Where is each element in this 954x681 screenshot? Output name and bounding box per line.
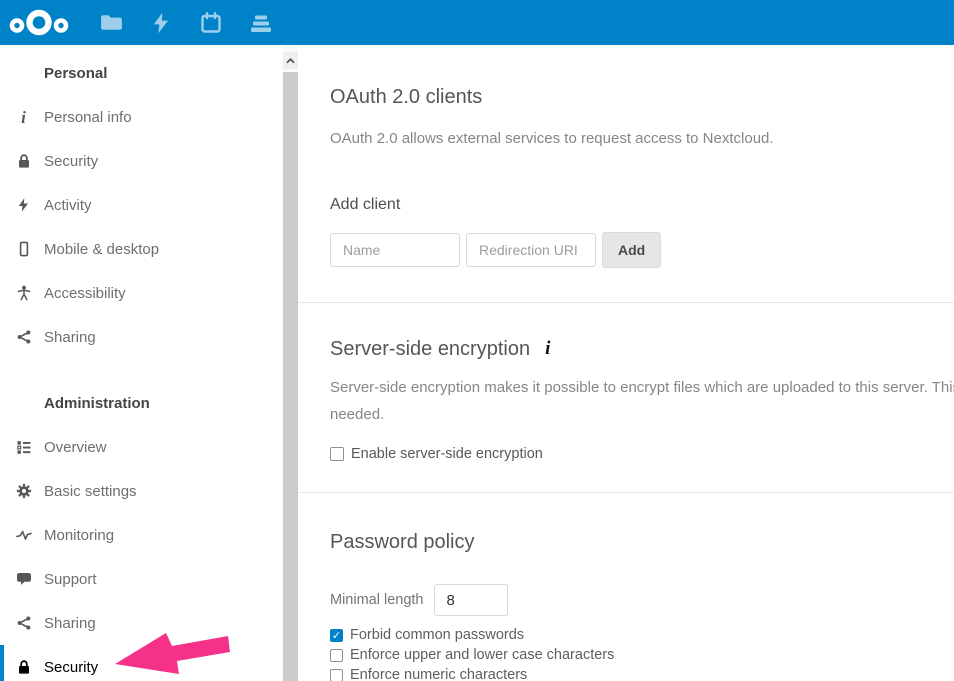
oauth-title: OAuth 2.0 clients — [330, 83, 954, 111]
chevron-up-icon[interactable] — [283, 52, 298, 69]
info-icon[interactable]: i — [545, 338, 550, 360]
minimal-length-input[interactable] — [434, 584, 508, 616]
enable-encryption-checkbox[interactable] — [330, 447, 344, 461]
sidebar-caption-personal: Personal — [0, 51, 283, 95]
sidebar-item-sharing-personal[interactable]: Sharing — [0, 315, 283, 359]
settings-sidebar: Personal i Personal info Security — [0, 45, 283, 681]
nextcloud-logo[interactable] — [0, 0, 78, 45]
sidebar-scrollbar[interactable] — [283, 45, 298, 681]
policy-row-upper-lower: Enforce upper and lower case characters — [330, 645, 954, 665]
files-folder-icon[interactable] — [86, 0, 136, 45]
redirection-uri-input[interactable] — [466, 233, 596, 267]
minimal-length-row: Minimal length — [330, 584, 954, 616]
chat-icon — [15, 571, 32, 588]
enable-encryption-label: Enable server-side encryption — [351, 446, 543, 462]
password-policy-checkbox-list: Forbid common passwords Enforce upper an… — [330, 625, 954, 681]
phone-icon — [15, 241, 32, 258]
sidebar-item-monitoring[interactable]: Monitoring — [0, 513, 283, 557]
enforce-upper-lower-checkbox[interactable] — [330, 649, 343, 662]
sidebar-item-mobile-desktop[interactable]: Mobile & desktop — [0, 227, 283, 271]
forbid-common-passwords-checkbox[interactable] — [330, 629, 343, 642]
oauth-section: OAuth 2.0 clients OAuth 2.0 allows exter… — [298, 45, 954, 303]
sidebar-item-accessibility[interactable]: Accessibility — [0, 271, 283, 315]
scrollbar-thumb[interactable] — [283, 72, 298, 681]
sidebar-item-overview[interactable]: Overview — [0, 425, 283, 469]
calendar-icon[interactable] — [186, 0, 236, 45]
accessibility-icon — [15, 285, 32, 302]
info-icon: i — [15, 109, 32, 126]
enforce-numeric-checkbox[interactable] — [330, 669, 343, 681]
policy-row-forbid-common: Forbid common passwords — [330, 625, 954, 645]
encryption-description-line1: Server-side encryption makes it possible… — [330, 374, 954, 401]
password-policy-section: Password policy Minimal length Forbid co… — [298, 493, 954, 681]
share-icon — [15, 329, 32, 346]
settings-content: OAuth 2.0 clients OAuth 2.0 allows exter… — [298, 45, 954, 681]
oauth-description: OAuth 2.0 allows external services to re… — [330, 125, 954, 152]
minimal-length-label: Minimal length — [330, 592, 424, 608]
sidebar-item-activity[interactable]: Activity — [0, 183, 283, 227]
encryption-description-line2: needed. — [330, 401, 954, 428]
sidebar-item-security-personal[interactable]: Security — [0, 139, 283, 183]
sidebar-item-basic-settings[interactable]: Basic settings — [0, 469, 283, 513]
top-navbar — [0, 0, 954, 45]
deck-icon[interactable] — [236, 0, 286, 45]
sidebar-item-sharing-admin[interactable]: Sharing — [0, 601, 283, 645]
add-client-label: Add client — [330, 196, 954, 214]
lock-icon — [15, 659, 32, 676]
encryption-title: Server-side encryption — [330, 335, 530, 363]
add-client-button[interactable]: Add — [602, 232, 661, 268]
share-icon — [15, 615, 32, 632]
sidebar-item-support[interactable]: Support — [0, 557, 283, 601]
add-client-form: Add — [330, 232, 954, 268]
pulse-icon — [15, 527, 32, 544]
list-icon — [15, 439, 32, 456]
password-policy-title: Password policy — [330, 528, 954, 556]
activity-bolt-icon[interactable] — [136, 0, 186, 45]
enable-encryption-row: Enable server-side encryption — [330, 446, 954, 462]
lock-icon — [15, 153, 32, 170]
encryption-section: Server-side encryption i Server-side enc… — [298, 303, 954, 493]
sidebar-caption-administration: Administration — [0, 381, 283, 425]
sidebar-item-security-admin[interactable]: Security — [0, 645, 283, 681]
gear-icon — [15, 483, 32, 500]
bolt-icon — [15, 197, 32, 214]
app-menu — [86, 0, 286, 45]
client-name-input[interactable] — [330, 233, 460, 267]
policy-row-numeric: Enforce numeric characters — [330, 665, 954, 681]
sidebar-item-personal-info[interactable]: i Personal info — [0, 95, 283, 139]
nextcloud-settings-page: Personal i Personal info Security — [0, 0, 954, 681]
